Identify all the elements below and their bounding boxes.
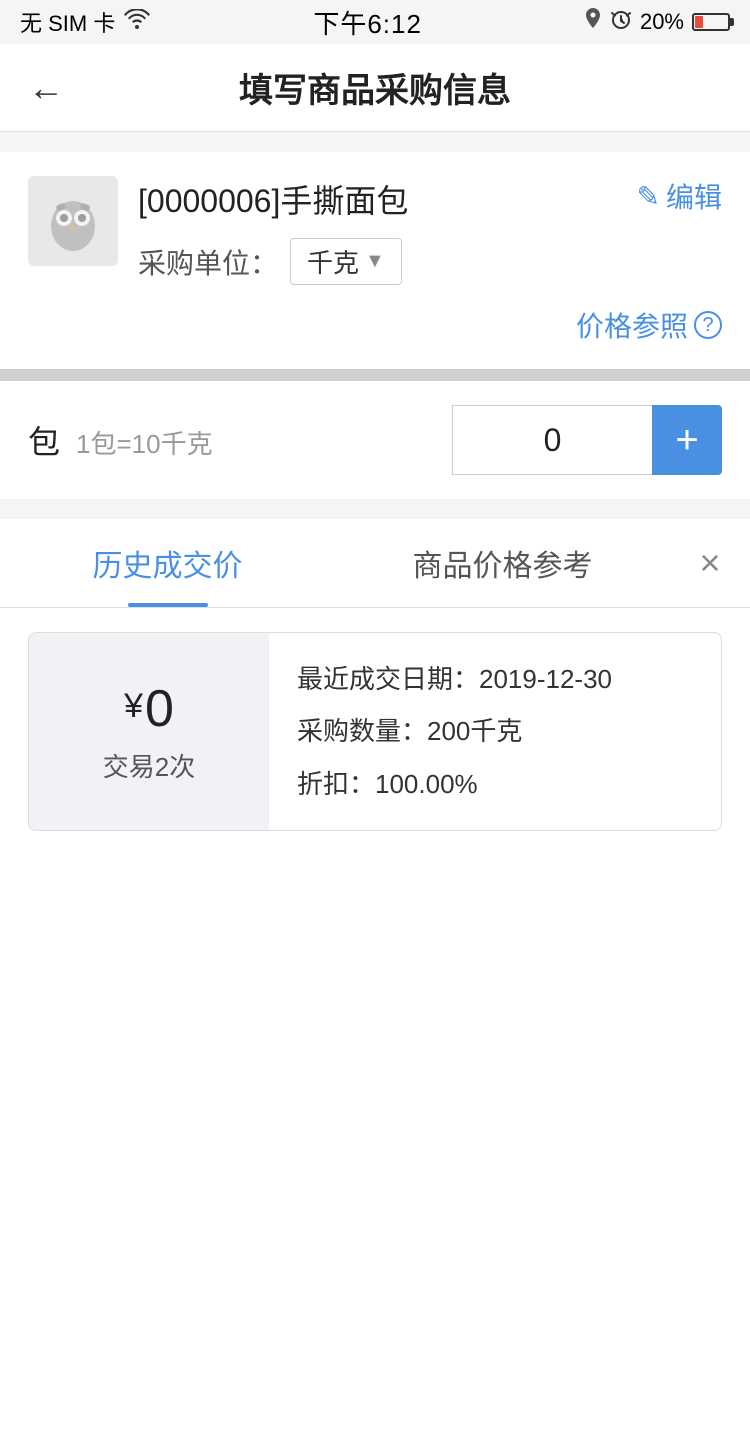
status-bar: 无 SIM 卡 下午6:12 20% [0,0,750,44]
location-icon [584,8,602,36]
battery-percent: 20% [640,9,684,35]
quantity-label-section: 包 1包=10千克 [28,417,213,463]
discount-value: 100.00% [375,769,478,799]
tab-price-ref[interactable]: 商品价格参考 [335,519,670,607]
gray-divider [0,369,750,381]
edit-button[interactable]: ✎ 编辑 [637,176,722,216]
quantity-input-section: 0 + [452,405,722,475]
recent-date-value: 2019-12-30 [479,664,612,694]
history-detail-qty: 采购数量：200千克 [297,713,693,749]
tabs-header: 历史成交价 商品价格参考 × [0,519,750,608]
nav-bar: ← 填写商品采购信息 [0,44,750,132]
history-price: ¥ 0 [124,679,174,739]
product-unit-row: 采购单位： 千克 ▼ [138,238,408,285]
history-trade-count: 交易2次 [103,747,195,784]
quantity-conversion: 1包=10千克 [76,424,213,461]
history-card-right: 最近成交日期：2019-12-30 采购数量：200千克 折扣：100.00% [269,633,721,830]
product-left: [0000006]手撕面包 采购单位： 千克 ▼ [28,176,408,285]
tab-history-price-label: 历史成交价 [93,541,243,585]
page-title: 填写商品采购信息 [239,63,511,112]
unit-select[interactable]: 千克 ▼ [290,238,402,285]
chevron-down-icon: ▼ [365,250,385,273]
tabs-section: 历史成交价 商品价格参考 × ¥ 0 交易2次 最近成交日期：2019-12-3… [0,519,750,855]
edit-label: 编辑 [666,176,722,216]
no-sim-text: 无 SIM 卡 [20,6,115,38]
purchase-qty-label: 采购数量： [297,716,427,746]
info-icon: ? [694,311,722,339]
price-yen-symbol: ¥ [124,687,143,726]
product-header: [0000006]手撕面包 采购单位： 千克 ▼ ✎ 编辑 [28,176,722,285]
history-detail-discount: 折扣：100.00% [297,766,693,802]
history-card: ¥ 0 交易2次 最近成交日期：2019-12-30 采购数量：200千克 折扣… [28,632,722,831]
quantity-input[interactable]: 0 [452,405,652,475]
status-time: 下午6:12 [313,4,422,41]
history-detail-date: 最近成交日期：2019-12-30 [297,661,693,697]
price-value: 0 [145,679,174,739]
purchase-qty-value: 200千克 [427,716,522,746]
product-bottom-row: 价格参照 ? [28,305,722,345]
bottom-area [0,855,750,1455]
alarm-icon [610,8,632,36]
product-card: [0000006]手撕面包 采购单位： 千克 ▼ ✎ 编辑 价格参照 ? [0,152,750,369]
unit-value: 千克 [307,243,359,280]
quantity-unit-big: 包 [28,417,60,463]
tab-price-ref-label: 商品价格参考 [413,541,593,585]
history-content: ¥ 0 交易2次 最近成交日期：2019-12-30 采购数量：200千克 折扣… [0,608,750,855]
price-ref-label: 价格参照 [576,305,688,345]
status-right: 20% [584,8,730,36]
tab-history-price[interactable]: 历史成交价 [0,519,335,607]
battery-icon [692,13,730,31]
status-left: 无 SIM 卡 [20,6,151,38]
back-button[interactable]: ← [28,67,64,109]
history-card-left: ¥ 0 交易2次 [29,633,269,830]
product-thumbnail [28,176,118,266]
quantity-row: 包 1包=10千克 0 + [0,381,750,499]
discount-label: 折扣： [297,769,375,799]
edit-icon: ✎ [637,180,660,213]
unit-label: 采购单位： [138,242,278,282]
product-info: [0000006]手撕面包 采购单位： 千克 ▼ [138,176,408,285]
quantity-plus-button[interactable]: + [652,405,722,475]
price-ref-button[interactable]: 价格参照 ? [576,305,722,345]
product-name: [0000006]手撕面包 [138,176,408,222]
tab-close-button[interactable]: × [670,519,750,607]
recent-date-label: 最近成交日期： [297,664,479,694]
wifi-icon [123,9,151,35]
